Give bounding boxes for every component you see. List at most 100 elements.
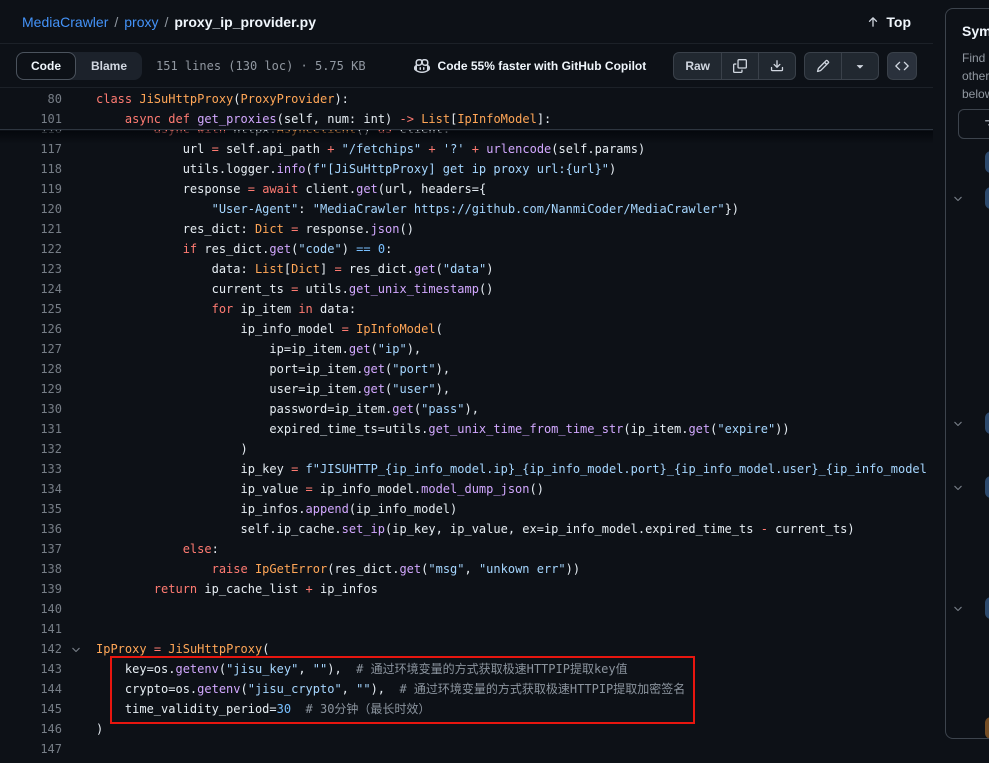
back-to-top-button[interactable]: Top (866, 14, 911, 30)
code-blame-switcher: Code Blame (16, 52, 142, 80)
tab-code[interactable]: Code (16, 52, 76, 80)
code-line: 144 crypto=os.getenv("jisu_crypto", ""),… (0, 679, 933, 699)
line-number[interactable]: 143 (0, 659, 62, 679)
code-line: 119 response = await client.get(url, hea… (0, 179, 933, 199)
symbols-filter-input[interactable] (958, 109, 989, 139)
line-number[interactable]: 118 (0, 159, 62, 179)
file-view-container: MediaCrawler / proxy / proxy_ip_provider… (0, 0, 933, 763)
chevron-down-icon[interactable] (952, 417, 964, 429)
copilot-banner: Code 55% faster with GitHub Copilot (414, 58, 647, 74)
line-number[interactable]: 125 (0, 299, 62, 319)
line-number[interactable]: 135 (0, 499, 62, 519)
line-number[interactable]: 146 (0, 719, 62, 739)
code-line-text: else: (96, 539, 219, 559)
line-number[interactable]: 117 (0, 139, 62, 159)
raw-button[interactable]: Raw (674, 53, 721, 79)
line-number[interactable]: 134 (0, 479, 62, 499)
line-number[interactable]: 119 (0, 179, 62, 199)
symbol-list-item[interactable] (946, 717, 989, 739)
line-number[interactable]: 129 (0, 379, 62, 399)
symbol-kind-badge (985, 597, 989, 619)
symbol-list-item[interactable] (946, 187, 989, 211)
line-number[interactable]: 132 (0, 439, 62, 459)
code-line: 133 ip_key = f"JISUHTTP_{ip_info_model.i… (0, 459, 933, 479)
edit-dropdown-button[interactable] (841, 53, 878, 79)
line-number[interactable]: 142 (0, 639, 62, 659)
line-number[interactable]: 138 (0, 559, 62, 579)
line-number[interactable]: 147 (0, 739, 62, 759)
code-line-text: res_dict: Dict = response.json() (96, 219, 414, 239)
symbol-list-item[interactable] (946, 476, 989, 500)
back-to-top-label: Top (886, 14, 911, 30)
code-line: 145 time_validity_period=30 # 30分钟（最长时效） (0, 699, 933, 719)
tab-blame[interactable]: Blame (76, 52, 142, 80)
copy-icon (733, 59, 747, 73)
symbols-description: Find other below (962, 49, 989, 103)
chevron-down-icon[interactable] (952, 481, 964, 493)
code-line-text: current_ts = utils.get_unix_timestamp() (96, 279, 493, 299)
line-number[interactable]: 128 (0, 359, 62, 379)
code-line-text: class JiSuHttpProxy(ProxyProvider): (96, 89, 349, 109)
code-line: 130 password=ip_item.get("pass"), (0, 399, 933, 419)
copilot-icon (414, 58, 430, 74)
symbol-list-item[interactable] (946, 151, 989, 175)
line-number[interactable]: 122 (0, 239, 62, 259)
line-number[interactable]: 145 (0, 699, 62, 719)
code-line: 123 data: List[Dict] = res_dict.get("dat… (0, 259, 933, 279)
breadcrumb-repo-link[interactable]: MediaCrawler (22, 14, 108, 30)
line-number[interactable]: 123 (0, 259, 62, 279)
code-line-text: ip_infos.append(ip_info_model) (96, 499, 457, 519)
code-line: 134 ip_value = ip_info_model.model_dump_… (0, 479, 933, 499)
file-toolbar: Code Blame 151 lines (130 loc) · 5.75 KB… (0, 44, 933, 88)
code-line-text: response = await client.get(url, headers… (96, 179, 486, 199)
chevron-down-icon[interactable] (952, 602, 964, 614)
line-number[interactable]: 136 (0, 519, 62, 539)
download-button[interactable] (758, 53, 795, 79)
symbol-list-item[interactable] (946, 597, 989, 621)
edit-button[interactable] (805, 53, 841, 79)
line-number[interactable]: 127 (0, 339, 62, 359)
code-line-text: "User-Agent": "MediaCrawler https://gith… (96, 199, 739, 219)
line-number[interactable]: 141 (0, 619, 62, 639)
line-number[interactable]: 101 (0, 109, 62, 129)
line-number[interactable]: 121 (0, 219, 62, 239)
symbols-panel-toggle-button[interactable] (887, 52, 917, 80)
line-number[interactable]: 130 (0, 399, 62, 419)
code-line: 147 (0, 739, 933, 759)
collapse-chevron-icon[interactable] (70, 643, 82, 655)
breadcrumb-folder-link[interactable]: proxy (124, 14, 158, 30)
code-brackets-icon (895, 59, 909, 73)
line-number[interactable]: 120 (0, 199, 62, 219)
line-number[interactable]: 126 (0, 319, 62, 339)
code-line: 139 return ip_cache_list + ip_infos (0, 579, 933, 599)
line-number[interactable]: 140 (0, 599, 62, 619)
file-info-text: 151 lines (130 loc) · 5.75 KB (156, 59, 366, 73)
code-line-text: utils.logger.info(f"[JiSuHttpProxy] get … (96, 159, 616, 179)
code-line-text: password=ip_item.get("pass"), (96, 399, 479, 419)
toolbar-actions: Raw (673, 52, 917, 80)
line-number[interactable]: 137 (0, 539, 62, 559)
symbols-heading: Sym (962, 23, 989, 39)
code-line: 140 (0, 599, 933, 619)
symbols-description-line: below (962, 85, 989, 103)
code-line: 120 "User-Agent": "MediaCrawler https://… (0, 199, 933, 219)
line-number[interactable]: 139 (0, 579, 62, 599)
code-line: 146) (0, 719, 933, 739)
symbol-list-item[interactable] (946, 412, 989, 436)
line-number[interactable]: 80 (0, 89, 62, 109)
chevron-down-icon[interactable] (952, 192, 964, 204)
code-line: 135 ip_infos.append(ip_info_model) (0, 499, 933, 519)
line-number[interactable]: 133 (0, 459, 62, 479)
chevron-down-icon (853, 59, 867, 73)
line-number[interactable]: 124 (0, 279, 62, 299)
line-number[interactable]: 144 (0, 679, 62, 699)
code-line-text: expired_time_ts=utils.get_unix_time_from… (96, 419, 790, 439)
symbol-kind-badge (985, 187, 989, 209)
sticky-context-lines: 80 class JiSuHttpProxy(ProxyProvider): 101… (0, 88, 933, 130)
code-line-text: if res_dict.get("code") == 0: (96, 239, 392, 259)
code-line-text: self.ip_cache.set_ip(ip_key, ip_value, e… (96, 519, 855, 539)
symbol-kind-badge (985, 412, 989, 434)
copy-button[interactable] (721, 53, 758, 79)
symbol-kind-badge (985, 717, 989, 739)
line-number[interactable]: 131 (0, 419, 62, 439)
